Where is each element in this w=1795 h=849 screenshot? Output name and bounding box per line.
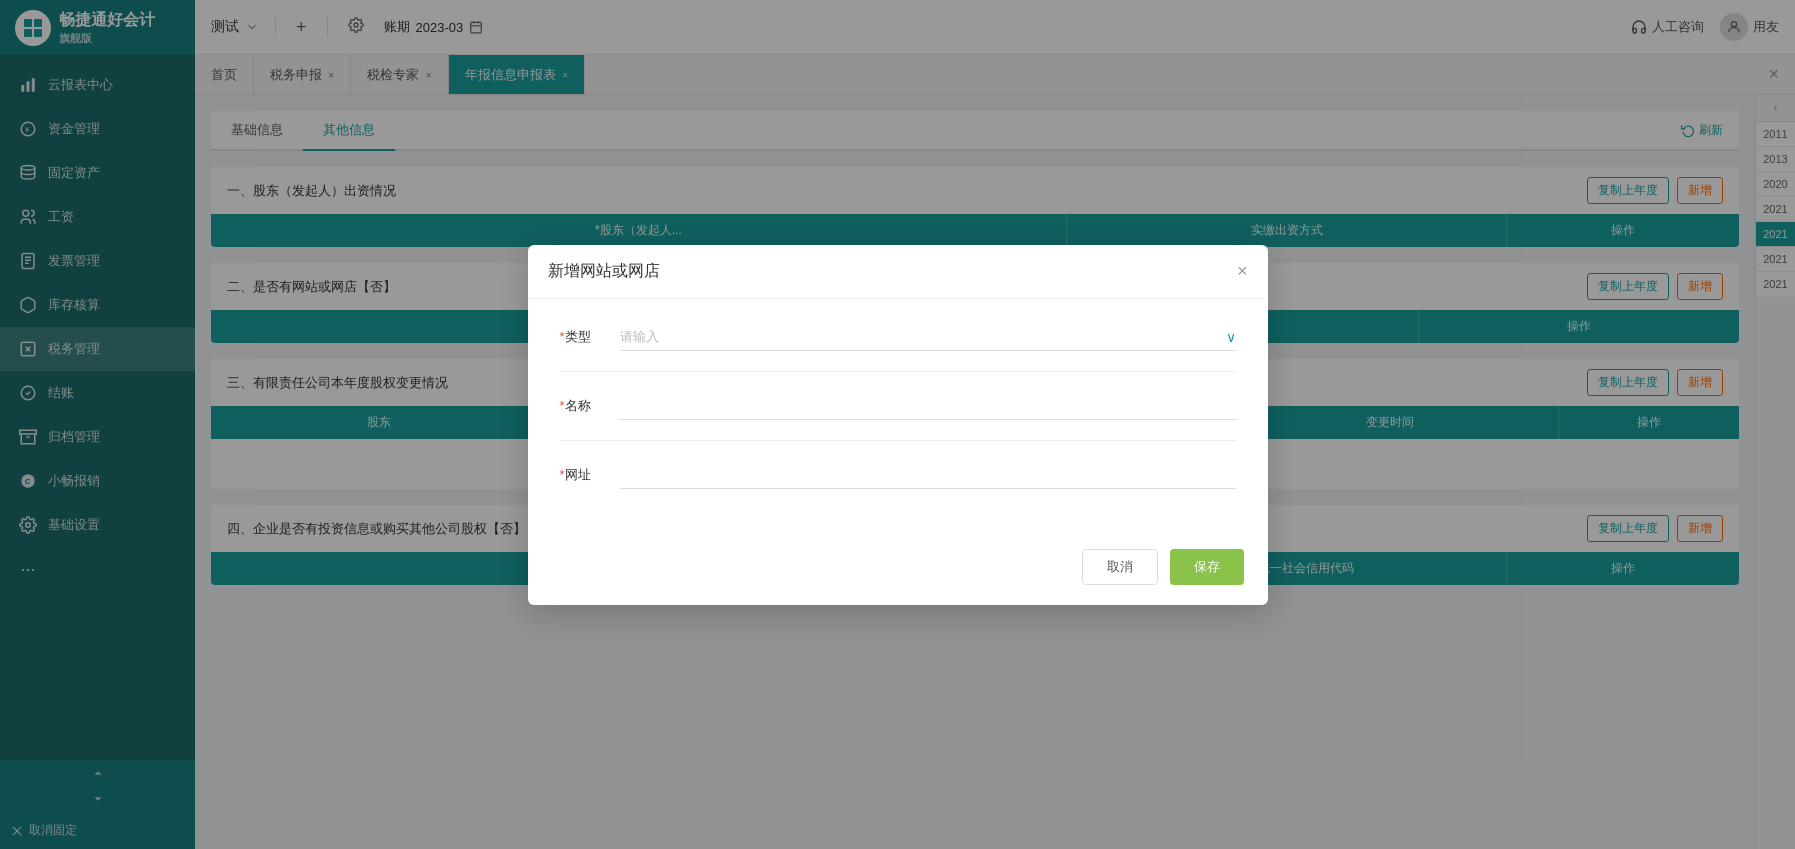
form-item-url: *网址 <box>560 461 1236 489</box>
name-label-text: 名称 <box>565 398 591 413</box>
modal-header: 新增网站或网店 × <box>528 245 1268 299</box>
cancel-btn[interactable]: 取消 <box>1082 549 1158 585</box>
name-input[interactable] <box>620 392 1236 420</box>
name-input-wrap <box>620 392 1236 420</box>
form-label-url: *网址 <box>560 466 620 484</box>
url-input-wrap <box>620 461 1236 489</box>
type-input[interactable] <box>620 323 1236 351</box>
url-label-text: 网址 <box>565 467 591 482</box>
form-divider-1 <box>560 371 1236 372</box>
form-label-type: *类型 <box>560 328 620 346</box>
modal-footer: 取消 保存 <box>528 533 1268 605</box>
modal-overlay[interactable]: 新增网站或网店 × *类型 ∨ *名称 <box>0 0 1795 849</box>
save-btn[interactable]: 保存 <box>1170 549 1244 585</box>
form-item-name: *名称 <box>560 392 1236 420</box>
form-item-type: *类型 ∨ <box>560 323 1236 351</box>
modal-body: *类型 ∨ *名称 *网址 <box>528 299 1268 533</box>
type-input-wrap: ∨ <box>620 323 1236 351</box>
url-input[interactable] <box>620 461 1236 489</box>
modal-add-website: 新增网站或网店 × *类型 ∨ *名称 <box>528 245 1268 605</box>
modal-title: 新增网站或网店 <box>548 261 660 282</box>
form-divider-2 <box>560 440 1236 441</box>
modal-close-btn[interactable]: × <box>1237 261 1248 282</box>
type-label-text: 类型 <box>565 329 591 344</box>
form-label-name: *名称 <box>560 397 620 415</box>
